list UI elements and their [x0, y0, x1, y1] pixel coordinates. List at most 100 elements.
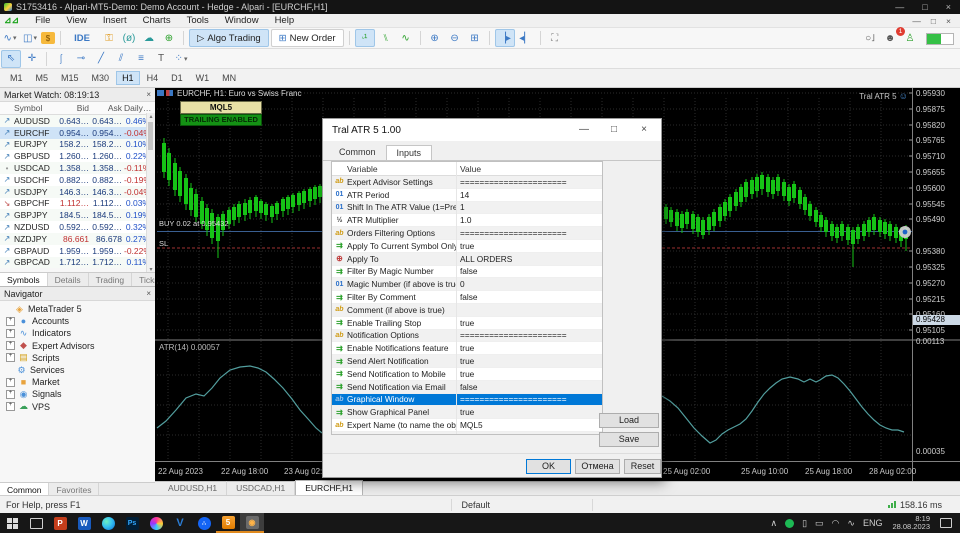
chart-tab-usdcadh1[interactable]: USDCAD,H1 [227, 481, 296, 495]
tray-battery-icon[interactable]: ▭ [815, 518, 824, 529]
timeframe-m1[interactable]: M1 [4, 71, 29, 85]
input-value[interactable]: 0 [456, 279, 602, 289]
lock-icon[interactable]: ⚿ [100, 30, 118, 46]
navigator-item-scripts[interactable]: + ▤ Scripts [0, 352, 155, 364]
input-value[interactable]: true [456, 356, 602, 366]
deposit-icon[interactable]: $ [41, 32, 55, 44]
mw-tab-trading[interactable]: Trading [89, 273, 133, 286]
mw-tab-details[interactable]: Details [48, 273, 89, 286]
market-watch-row[interactable]: ↗ USDJPY 146.3… 146.3… -0.04% [0, 185, 155, 198]
cursor-icon[interactable]: ⇖ [1, 49, 21, 68]
dialog-tab-common[interactable]: Common [329, 145, 386, 160]
minimize-icon[interactable]: — [895, 2, 904, 12]
input-value[interactable]: 1.0 [456, 215, 602, 225]
market-watch-row[interactable]: ↗ USDCHF 0.882… 0.882… -0.19% [0, 173, 155, 186]
navigator-item-accounts[interactable]: + ● Accounts [0, 315, 155, 327]
community-icon[interactable]: ⊕ [160, 30, 178, 46]
tray-phone-icon[interactable]: ▯ [802, 518, 807, 529]
market-watch-row[interactable]: ↗ EURCHF 0.954… 0.954… -0.04% [0, 126, 155, 139]
taskbar-design-app[interactable] [144, 513, 168, 533]
input-row[interactable]: ⇉ Send Alert Notification true [332, 355, 602, 368]
timeframe-mn[interactable]: MN [216, 71, 242, 85]
market-watch-row[interactable]: ↗ NZDJPY 86.661 86.678 0.27% [0, 232, 155, 245]
chart-style-icon[interactable]: ∿ ▾ [1, 30, 19, 46]
menu-tools[interactable]: Tools [179, 15, 217, 26]
tray-wifi-icon[interactable]: ◠ [832, 518, 840, 529]
navigator-item-vps[interactable]: + ☁ VPS [0, 401, 155, 413]
mw-col-daily[interactable]: Daily… [124, 103, 153, 113]
input-value[interactable]: true [456, 369, 602, 379]
save-button[interactable]: Save [599, 432, 659, 447]
input-value[interactable]: ====================== [456, 228, 602, 238]
timeframe-h4[interactable]: H4 [141, 71, 165, 85]
variable-column-header[interactable]: Variable [347, 164, 456, 174]
connection-toggle[interactable] [926, 32, 954, 45]
chart-tab-eurchfh1[interactable]: EURCHF,H1 [295, 480, 363, 495]
input-value[interactable]: ALL ORDERS [456, 254, 602, 264]
shapes-icon[interactable]: ⁘ ▾ [172, 51, 190, 67]
chart-tab-audusdh1[interactable]: AUDUSD,H1 [159, 481, 228, 495]
menu-file[interactable]: File [27, 15, 58, 26]
input-row[interactable]: 01 Magic Number (if above is true) 0 [332, 278, 602, 292]
close-icon[interactable]: × [946, 2, 951, 12]
input-value[interactable]: true [456, 318, 602, 328]
channel-icon[interactable]: ⫽ [112, 51, 130, 67]
bar-chart-icon[interactable]: 𝆥¹ [354, 29, 375, 47]
ide-button[interactable]: IDE [66, 30, 98, 46]
ea-smiley-icon[interactable]: ☺ [899, 91, 908, 101]
input-value[interactable]: MQL5 [456, 420, 602, 430]
timeframe-m30[interactable]: M30 [86, 71, 116, 85]
market-watch-row[interactable]: ↘ GBPCHF 1.112… 1.112… 0.03% [0, 197, 155, 210]
input-row[interactable]: 01Horizontal spacing for the control pan… [332, 431, 602, 434]
taskbar-photoshop[interactable]: Ps [120, 513, 144, 533]
expand-icon[interactable]: + [6, 316, 15, 326]
input-row[interactable]: ⇉ Send Notification to Mobile true [332, 368, 602, 381]
child-minimize-icon[interactable]: — [912, 16, 921, 26]
close-icon[interactable]: × [146, 90, 151, 99]
task-view-button[interactable] [24, 513, 48, 533]
expand-icon[interactable]: + [6, 377, 15, 387]
candle-chart-icon[interactable]: ⑊ [377, 30, 395, 46]
expand-icon[interactable]: + [6, 402, 15, 412]
crosshair-icon[interactable]: ✛ [23, 51, 41, 67]
load-button[interactable]: Load [599, 413, 659, 428]
chart-window-icon[interactable]: ◫ ▾ [21, 30, 39, 46]
input-row[interactable]: 01Shift In The ATR Value (1=Previous Ca.… [332, 201, 602, 215]
market-watch-row[interactable]: ↗ NZDUSD 0.592… 0.592… 0.32% [0, 221, 155, 233]
input-row[interactable]: ⊕ Apply To ALL ORDERS [332, 252, 602, 266]
search-icon[interactable]: ○˩ [861, 31, 879, 47]
input-value[interactable]: 14 [456, 190, 602, 200]
mql5-panel-button[interactable]: MQL5 [180, 101, 262, 114]
menu-insert[interactable]: Insert [95, 15, 135, 26]
navigator-item-metatrader-5[interactable]: ◈ MetaTrader 5 [0, 303, 155, 315]
trailing-enabled-button[interactable]: TRAILING ENABLED [180, 114, 262, 126]
navigator-item-expert-advisors[interactable]: + ◆ Expert Advisors [0, 340, 155, 352]
input-row[interactable]: ⇉ Enable Trailing Stop true [332, 317, 602, 330]
input-row[interactable]: ⇉ Filter By Comment false [332, 291, 602, 304]
market-watch-row[interactable]: ↗ AUDUSD 0.643… 0.643… 0.46% [0, 115, 155, 127]
input-row[interactable]: ½ ATR Multiplier 1.0 [332, 214, 602, 228]
input-row[interactable]: ⇉ Apply To Current Symbol Only true [332, 240, 602, 253]
navigator-item-indicators[interactable]: + ∿ Indicators [0, 327, 155, 339]
dialog-minimize-icon[interactable]: — [567, 119, 601, 141]
market-watch-row[interactable]: ↗ GBPAUD 1.959… 1.959… -0.22% [0, 244, 155, 257]
zoom-in-icon[interactable]: ⊕ [426, 30, 444, 46]
input-row[interactable]: ab Expert Advisor Settings ===============… [332, 176, 602, 189]
tray-clock[interactable]: 8:19 28.08.2023 [892, 515, 930, 531]
menu-view[interactable]: View [58, 15, 94, 26]
expand-icon[interactable]: + [6, 328, 15, 338]
input-value[interactable]: 1 [456, 202, 602, 212]
taskbar-blue-app[interactable]: ∴ [192, 513, 216, 533]
fibonacci-icon[interactable]: ≡ [132, 51, 150, 67]
menu-window[interactable]: Window [217, 15, 267, 26]
expand-icon[interactable]: + [6, 341, 15, 351]
input-row[interactable]: ⇉ Enable Notifications feature true [332, 342, 602, 356]
input-value[interactable]: true [456, 241, 602, 251]
tile-windows-icon[interactable]: ⊞ [466, 30, 484, 46]
navigator-item-signals[interactable]: + ◉ Signals [0, 388, 155, 400]
tray-chevron-icon[interactable]: ∧ [770, 518, 777, 529]
timeframe-h1[interactable]: H1 [116, 71, 140, 85]
mw-col-ask[interactable]: Ask [91, 103, 124, 113]
taskbar-word[interactable]: W [72, 513, 96, 533]
input-row[interactable]: ⇉ Send Notification via Email false [332, 380, 602, 394]
